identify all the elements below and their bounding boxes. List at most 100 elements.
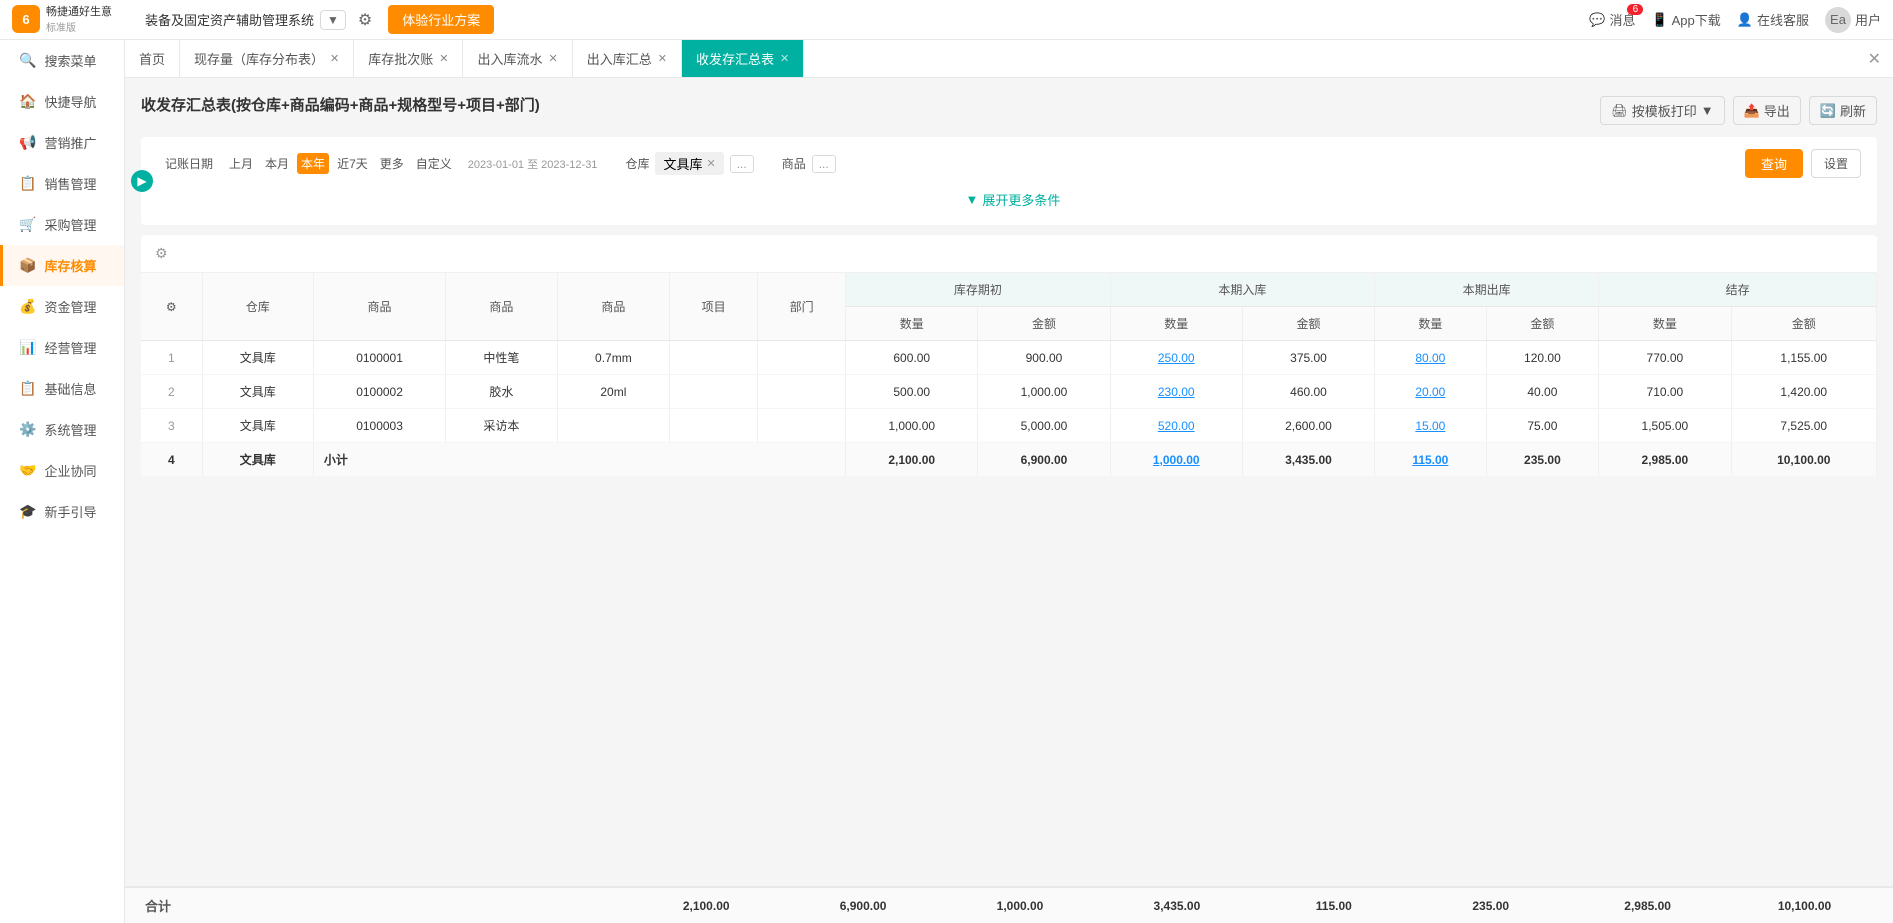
sidebar-item-purchase[interactable]: 🛒 采购管理 (0, 204, 124, 245)
th-close-qty: 数量 (1599, 307, 1731, 341)
tab-inout-summary[interactable]: 出入库汇总 ✕ (573, 40, 682, 78)
sidebar-item-search[interactable]: 🔍 搜索菜单 (0, 40, 124, 81)
filter-toggle-arrow[interactable]: ▶ (131, 170, 153, 192)
date-btn-7days[interactable]: 近7天 (333, 153, 372, 174)
subtotal-label: 小计 (313, 443, 845, 477)
row-2-project (670, 375, 758, 409)
tab-inout-flow[interactable]: 出入库流水 ✕ (463, 40, 572, 78)
message-badge: 6 (1627, 4, 1643, 15)
row-2-opening-qty: 500.00 (846, 375, 978, 409)
row-1-in-qty[interactable]: 250.00 (1110, 341, 1242, 375)
row-3-project (670, 409, 758, 443)
table-footer: 合计 2,100.00 6,900.00 1,000.00 3,435.00 1… (125, 886, 1893, 923)
footer-opening-amt: 6,900.00 (785, 899, 942, 913)
tab-close-stock-dist[interactable]: ✕ (330, 52, 339, 65)
goods-filter: 商品 ... (782, 155, 836, 173)
page-title: 收发存汇总表(按仓库+商品编码+商品+规格型号+项目+部门) (141, 94, 540, 115)
sidebar-item-quicknav[interactable]: 🏠 快捷导航 (0, 81, 124, 122)
app-download-btn[interactable]: 📱 App下载 (1651, 10, 1720, 29)
goods-filter-label: 商品 (782, 155, 806, 172)
filter-settings-btn[interactable]: 设置 (1811, 149, 1861, 178)
tab-stock-dist[interactable]: 现存量（库存分布表） ✕ (180, 40, 354, 78)
subtotal-warehouse: 文具库 (202, 443, 313, 477)
subtotal-in-qty[interactable]: 1,000.00 (1110, 443, 1242, 477)
sidebar-item-system[interactable]: ⚙️ 系统管理 (0, 409, 124, 450)
marketing-icon: 📢 (19, 134, 36, 151)
tab-batch-ledger[interactable]: 库存批次账 ✕ (354, 40, 463, 78)
tab-home[interactable]: 首页 (125, 40, 180, 78)
tab-close-inout-summary[interactable]: ✕ (658, 52, 667, 65)
sidebar-item-marketing[interactable]: 📢 营销推广 (0, 122, 124, 163)
subtotal-in-amt: 3,435.00 (1242, 443, 1374, 477)
date-btn-last-month[interactable]: 上月 (225, 153, 257, 174)
date-buttons: 上月 本月 本年 近7天 更多 自定义 (225, 153, 456, 174)
tab-close-batch-ledger[interactable]: ✕ (439, 52, 448, 65)
footer-close-amt: 10,100.00 (1726, 899, 1883, 913)
online-service-btn[interactable]: 👤 在线客服 (1737, 10, 1809, 29)
th-opening-amt: 金额 (978, 307, 1110, 341)
refresh-btn[interactable]: 🔄 刷新 (1809, 96, 1877, 125)
row-1-goods-spec: 0.7mm (557, 341, 670, 375)
expand-row: ▼ 展开更多条件 (165, 186, 1861, 213)
th-group-period-in: 本期入库 (1110, 273, 1375, 307)
system-dropdown-btn[interactable]: ▼ (320, 10, 346, 30)
date-btn-this-year[interactable]: 本年 (297, 153, 329, 174)
th-close-amt: 金额 (1731, 307, 1876, 341)
date-btn-more[interactable]: 更多 (376, 153, 408, 174)
sidebar-item-basic[interactable]: 📋 基础信息 (0, 368, 124, 409)
export-btn[interactable]: 📤 导出 (1733, 96, 1801, 125)
row-2-out-qty[interactable]: 20.00 (1375, 375, 1486, 409)
filter-row-1: 记账日期 上月 本月 本年 近7天 更多 自定义 2023-01-01 至 20… (165, 149, 1861, 178)
th-goods-code: 商品 (313, 273, 445, 341)
date-btn-this-month[interactable]: 本月 (261, 153, 293, 174)
row-3-close-amt: 7,525.00 (1731, 409, 1876, 443)
row-3-out-qty[interactable]: 15.00 (1375, 409, 1486, 443)
subtotal-out-qty[interactable]: 115.00 (1375, 443, 1486, 477)
goods-ellipsis-btn[interactable]: ... (812, 155, 836, 173)
tab-bar-close-btn[interactable]: ✕ (1856, 49, 1893, 69)
row-3-in-amt: 2,600.00 (1242, 409, 1374, 443)
home-icon: 🏠 (19, 93, 36, 110)
row-3-in-qty[interactable]: 520.00 (1110, 409, 1242, 443)
query-btn[interactable]: 查询 (1745, 149, 1803, 178)
sidebar-item-operation[interactable]: 📊 经营管理 (0, 327, 124, 368)
logo-area: 6 畅捷通好生意 标准版 (12, 5, 137, 34)
table-row: 1 文具库 0100001 中性笔 0.7mm 600.00 900.00 25… (141, 341, 1877, 375)
row-3-department (758, 409, 846, 443)
th-out-amt: 金额 (1486, 307, 1599, 341)
content-area: 首页 现存量（库存分布表） ✕ 库存批次账 ✕ 出入库流水 ✕ 出入库汇总 ✕ … (125, 40, 1893, 923)
date-btn-custom[interactable]: 自定义 (412, 153, 456, 174)
row-1-out-qty[interactable]: 80.00 (1375, 341, 1486, 375)
row-1-department (758, 341, 846, 375)
data-table: ⚙ 仓库 商品 商品 商品 项目 部门 库存期初 本期入库 本期出库 结存 (141, 273, 1877, 477)
message-btn[interactable]: 💬 消息 6 (1589, 10, 1635, 29)
sidebar-item-sales[interactable]: 📋 销售管理 (0, 163, 124, 204)
experience-btn[interactable]: 体验行业方案 (388, 5, 494, 34)
settings-gear-btn[interactable]: ⚙ (354, 6, 376, 34)
expand-conditions-btn[interactable]: ▼ 展开更多条件 (165, 186, 1861, 213)
table-row: 2 文具库 0100002 胶水 20ml 500.00 1,000.00 23… (141, 375, 1877, 409)
purchase-icon: 🛒 (19, 216, 36, 233)
row-2-in-qty[interactable]: 230.00 (1110, 375, 1242, 409)
sidebar-item-inventory[interactable]: 📦 库存核算 (0, 245, 124, 286)
warehouse-ellipsis-btn[interactable]: ... (730, 155, 754, 173)
tab-close-inout-flow[interactable]: ✕ (549, 52, 558, 65)
row-3-goods-code: 0100003 (313, 409, 445, 443)
top-actions: 🖨 按模板打印 ▼ 📤 导出 🔄 刷新 (1600, 96, 1877, 125)
sidebar-item-finance[interactable]: 💰 资金管理 (0, 286, 124, 327)
row-1-warehouse: 文具库 (202, 341, 313, 375)
print-btn[interactable]: 🖨 按模板打印 ▼ (1600, 96, 1724, 125)
main-layout: 🔍 搜索菜单 🏠 快捷导航 📢 营销推广 📋 销售管理 🛒 采购管理 📦 库存核… (0, 40, 1893, 923)
tab-close-stocktake-summary[interactable]: ✕ (780, 52, 789, 65)
user-area[interactable]: Ea 用户 (1825, 7, 1881, 33)
sidebar-item-enterprise[interactable]: 🤝 企业协同 (0, 450, 124, 491)
row-1-in-amt: 375.00 (1242, 341, 1374, 375)
table-toolbar: ⚙ (141, 235, 1877, 273)
row-1-opening-amt: 900.00 (978, 341, 1110, 375)
finance-icon: 💰 (19, 298, 36, 315)
download-icon: 📱 (1651, 12, 1667, 28)
col-settings-btn[interactable]: ⚙ (155, 245, 168, 262)
warehouse-tag-close[interactable]: ✕ (706, 157, 715, 170)
sidebar-item-newbie[interactable]: 🎓 新手引导 (0, 491, 124, 532)
tab-stocktake-summary[interactable]: 收发存汇总表 ✕ (682, 40, 804, 78)
